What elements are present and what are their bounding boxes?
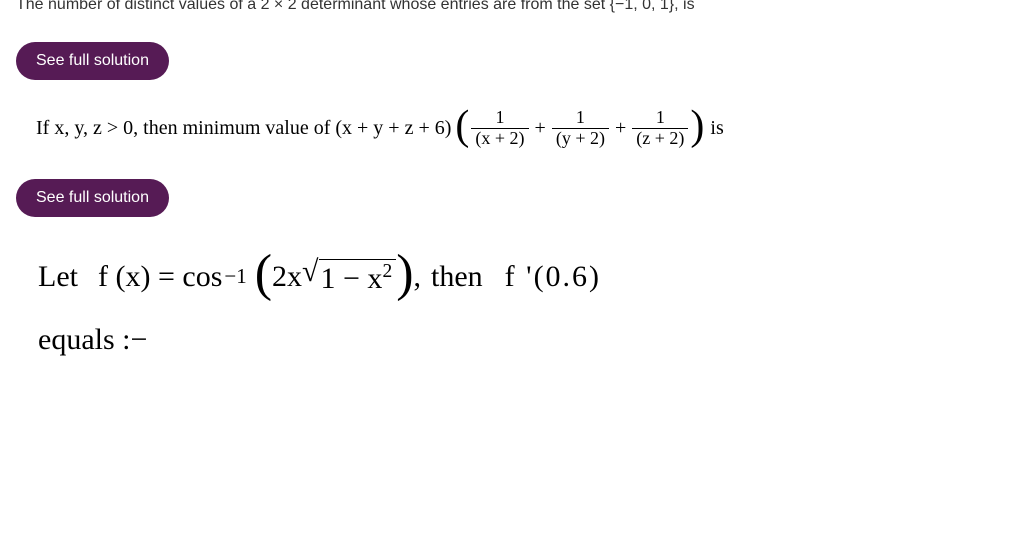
q2-let: Let — [38, 245, 78, 308]
q2-then: then — [431, 245, 483, 308]
question-1-expression: If x, y, z > 0, then minimum value of (x… — [36, 108, 1008, 149]
fraction-2: 1 (y + 2) — [552, 108, 609, 149]
fraction-2-den: (y + 2) — [552, 128, 609, 149]
question-2: Let f (x) = cos −1 ( 2x √ 1 − x2 ) , the… — [38, 245, 1008, 371]
q2-two-x: 2x — [272, 245, 302, 308]
fraction-1-den: (x + 2) — [471, 128, 528, 149]
radicand-sup: 2 — [382, 261, 392, 282]
question-2-line-2: equals :− — [38, 308, 1008, 371]
fraction-1: 1 (x + 2) — [471, 108, 528, 149]
fraction-3-num: 1 — [652, 108, 669, 128]
right-paren-icon: ) — [690, 112, 704, 141]
radicand: 1 − x2 — [319, 259, 397, 297]
question-1: If x, y, z > 0, then minimum value of (x… — [36, 108, 1008, 149]
plus-2: + — [615, 117, 626, 140]
q2-fx: f (x) = cos — [98, 245, 222, 308]
plus-1: + — [535, 117, 546, 140]
left-paren-icon: ( — [455, 112, 469, 141]
see-full-solution-button-1[interactable]: See full solution — [16, 42, 169, 80]
comma: , — [414, 245, 422, 308]
see-full-solution-button-2[interactable]: See full solution — [16, 179, 169, 217]
q1-prefix-text: If x, y, z > 0, then minimum value of (x… — [36, 117, 451, 140]
q1-suffix-text: is — [710, 117, 723, 140]
right-paren-icon-2: ) — [396, 258, 413, 289]
left-paren-icon-2: ( — [255, 258, 272, 289]
radical-icon: √ — [302, 257, 318, 287]
fraction-3-den: (z + 2) — [632, 128, 688, 149]
sqrt-expression: √ 1 − x2 — [302, 257, 396, 295]
fraction-3: 1 (z + 2) — [632, 108, 688, 149]
question-2-line-1: Let f (x) = cos −1 ( 2x √ 1 − x2 ) , the… — [38, 245, 1008, 308]
fraction-1-num: 1 — [491, 108, 508, 128]
radicand-text: 1 − x — [321, 262, 383, 295]
fraction-2-num: 1 — [572, 108, 589, 128]
q2-inverse-exponent: −1 — [224, 254, 246, 298]
truncated-question-text: The number of distinct values of a 2 × 2… — [16, 0, 1008, 14]
q2-f-prime: f '(0.6) — [505, 245, 601, 308]
